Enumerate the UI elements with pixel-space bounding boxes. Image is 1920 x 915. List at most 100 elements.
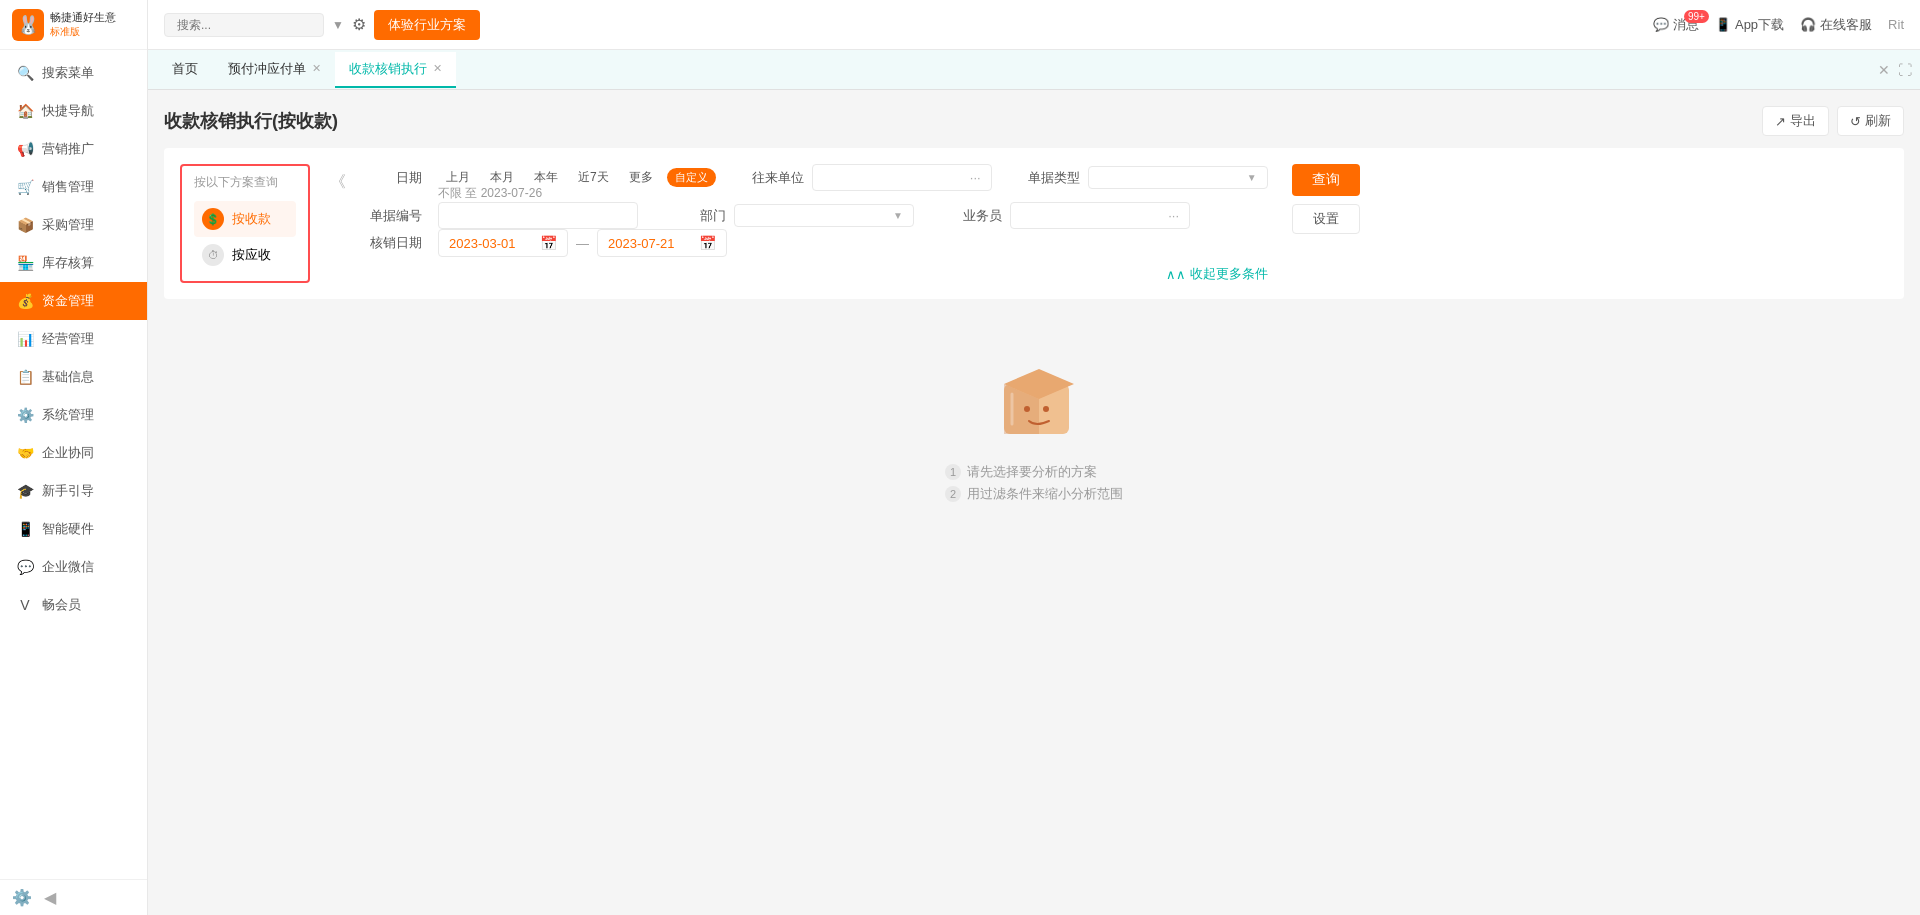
- sidebar-item-inventory[interactable]: 🏪 库存核算: [0, 244, 147, 282]
- sidebar-item-quick-nav[interactable]: 🏠 快捷导航: [0, 92, 147, 130]
- sidebar-item-marketing[interactable]: 📢 营销推广: [0, 130, 147, 168]
- industry-solution-button[interactable]: 体验行业方案: [374, 10, 480, 40]
- receipt-scheme-icon: 💲: [202, 208, 224, 230]
- sidebar-item-member[interactable]: V 畅会员: [0, 586, 147, 624]
- empty-state: 1 请先选择要分析的方案 2 用过滤条件来缩小分析范围: [164, 299, 1904, 563]
- doc-type-arrow-icon: ▼: [1247, 172, 1257, 183]
- sidebar-item-search[interactable]: 🔍 搜索菜单: [0, 54, 147, 92]
- message-button[interactable]: 💬 消息 99+: [1653, 16, 1699, 34]
- message-badge: 99+: [1684, 10, 1709, 23]
- page-header: 收款核销执行(按收款) ↗ 导出 ↺ 刷新: [164, 106, 1904, 136]
- collapse-more-label: 收起更多条件: [1190, 265, 1268, 283]
- collapse-icon: 《: [330, 172, 346, 193]
- collapse-up-icon: ∧∧: [1166, 267, 1186, 282]
- date-label: 日期: [366, 169, 422, 187]
- refresh-button[interactable]: ↺ 刷新: [1837, 106, 1904, 136]
- dept-arrow-icon: ▼: [893, 210, 903, 221]
- sidebar-item-system[interactable]: ⚙️ 系统管理: [0, 396, 147, 434]
- tab-receipt-verify[interactable]: 收款核销执行 ✕: [335, 52, 456, 88]
- verify-date-end-value: 2023-07-21: [608, 236, 675, 251]
- empty-illustration: [984, 359, 1084, 439]
- topbar-right: 💬 消息 99+ 📱 App下载 🎧 在线客服 Rit: [1653, 16, 1904, 34]
- verify-date-start-input[interactable]: 2023-03-01 📅: [438, 229, 568, 257]
- doc-type-label: 单据类型: [1024, 169, 1080, 187]
- empty-svg: [984, 359, 1094, 449]
- sidebar-item-purchase[interactable]: 📦 采购管理: [0, 206, 147, 244]
- sidebar-item-guide[interactable]: 🎓 新手引导: [0, 472, 147, 510]
- hint-num-2: 2: [945, 486, 961, 502]
- calendar-end-icon[interactable]: 📅: [699, 235, 716, 251]
- topbar: ▼ ⚙ 体验行业方案 💬 消息 99+ 📱 App下载 🎧 在线客服 Rit: [148, 0, 1920, 50]
- message-icon: 💬: [1653, 17, 1669, 32]
- export-button[interactable]: ↗ 导出: [1762, 106, 1829, 136]
- receivable-option-label: 按应收: [232, 246, 271, 264]
- tab-prepay[interactable]: 预付冲应付单 ✕: [214, 52, 335, 88]
- hardware-icon: 📱: [16, 521, 34, 537]
- settings-footer-icon[interactable]: ⚙️: [12, 888, 32, 907]
- inventory-icon: 🏪: [16, 255, 34, 271]
- quick-nav-icon: 🏠: [16, 103, 34, 119]
- filter-option-by-receipt[interactable]: 💲 按收款: [194, 201, 296, 237]
- vendor-selector[interactable]: ···: [812, 164, 992, 191]
- topbar-chevron-icon[interactable]: ▼: [332, 18, 344, 32]
- filter-collapse-toggle[interactable]: 《: [326, 168, 350, 283]
- tab-home[interactable]: 首页: [156, 52, 214, 88]
- empty-hint-1-text: 请先选择要分析的方案: [967, 463, 1097, 481]
- sidebar-item-operation[interactable]: 📊 经营管理: [0, 320, 147, 358]
- sidebar-item-label: 企业协同: [42, 444, 94, 462]
- sidebar-item-enterprise[interactable]: 🤝 企业协同: [0, 434, 147, 472]
- user-name: Rit: [1888, 17, 1904, 32]
- query-button[interactable]: 查询: [1292, 164, 1360, 196]
- sidebar-item-wechat[interactable]: 💬 企业微信: [0, 548, 147, 586]
- sidebar-item-label: 快捷导航: [42, 102, 94, 120]
- tab-maximize-icon[interactable]: ⛶: [1898, 62, 1912, 78]
- basic-info-icon: 📋: [16, 369, 34, 385]
- sidebar-item-label: 销售管理: [42, 178, 94, 196]
- filter-option-by-receivable[interactable]: ⏱ 按应收: [194, 237, 296, 273]
- tab-prepay-label: 预付冲应付单: [228, 60, 306, 78]
- search-icon: 🔍: [16, 65, 34, 81]
- sidebar-item-hardware[interactable]: 📱 智能硬件: [0, 510, 147, 548]
- sidebar-item-finance[interactable]: 💰 资金管理: [0, 282, 147, 320]
- setting-button[interactable]: 设置: [1292, 204, 1360, 234]
- enterprise-icon: 🤝: [16, 445, 34, 461]
- doc-no-input[interactable]: [438, 202, 638, 229]
- topbar-search-input[interactable]: [164, 13, 324, 37]
- dept-selector[interactable]: ▼: [734, 204, 914, 227]
- doc-type-selector[interactable]: ▼: [1088, 166, 1268, 189]
- topbar-gear-icon[interactable]: ⚙: [352, 15, 366, 34]
- service-icon: 🎧: [1800, 17, 1816, 32]
- collapse-more-button[interactable]: ∧∧ 收起更多条件: [366, 265, 1268, 283]
- sidebar-item-label: 资金管理: [42, 292, 94, 310]
- sidebar-item-sales[interactable]: 🛒 销售管理: [0, 168, 147, 206]
- main-area: ▼ ⚙ 体验行业方案 💬 消息 99+ 📱 App下载 🎧 在线客服 Rit 首…: [148, 0, 1920, 915]
- date-range-dash: —: [576, 236, 589, 251]
- date-more-btn[interactable]: 更多: [621, 167, 661, 188]
- tab-close-active-icon[interactable]: ✕: [433, 62, 442, 75]
- sidebar-item-label: 系统管理: [42, 406, 94, 424]
- logo-icon: 🐰: [12, 9, 44, 41]
- marketing-icon: 📢: [16, 141, 34, 157]
- sidebar-item-label: 搜索菜单: [42, 64, 94, 82]
- online-service-button[interactable]: 🎧 在线客服: [1800, 16, 1872, 34]
- wechat-icon: 💬: [16, 559, 34, 575]
- calendar-start-icon[interactable]: 📅: [540, 235, 557, 251]
- guide-icon: 🎓: [16, 483, 34, 499]
- service-label: 在线客服: [1820, 16, 1872, 34]
- sidebar-item-label: 畅会员: [42, 596, 81, 614]
- tab-close-icon[interactable]: ✕: [312, 62, 321, 75]
- tab-receipt-label: 收款核销执行: [349, 60, 427, 78]
- date-7days-btn[interactable]: 近7天: [570, 167, 617, 188]
- filter-action-buttons: 查询 设置: [1292, 164, 1360, 234]
- sidebar-item-label: 企业微信: [42, 558, 94, 576]
- app-download-button[interactable]: 📱 App下载: [1715, 16, 1784, 34]
- tab-close-all-icon[interactable]: ✕: [1878, 62, 1890, 78]
- sidebar-nav: 🔍 搜索菜单 🏠 快捷导航 📢 营销推广 🛒 销售管理 📦 采购管理 🏪 库存核…: [0, 50, 147, 879]
- verify-date-end-input[interactable]: 2023-07-21 📅: [597, 229, 727, 257]
- staff-dots-icon: ···: [1168, 208, 1179, 223]
- staff-selector[interactable]: ···: [1010, 202, 1190, 229]
- sidebar: 🐰 畅捷通好生意 标准版 🔍 搜索菜单 🏠 快捷导航 📢 营销推广 🛒 销售管理…: [0, 0, 148, 915]
- collapse-sidebar-icon[interactable]: ◀: [44, 888, 56, 907]
- sidebar-item-basic-info[interactable]: 📋 基础信息: [0, 358, 147, 396]
- date-custom-badge[interactable]: 自定义: [667, 168, 716, 187]
